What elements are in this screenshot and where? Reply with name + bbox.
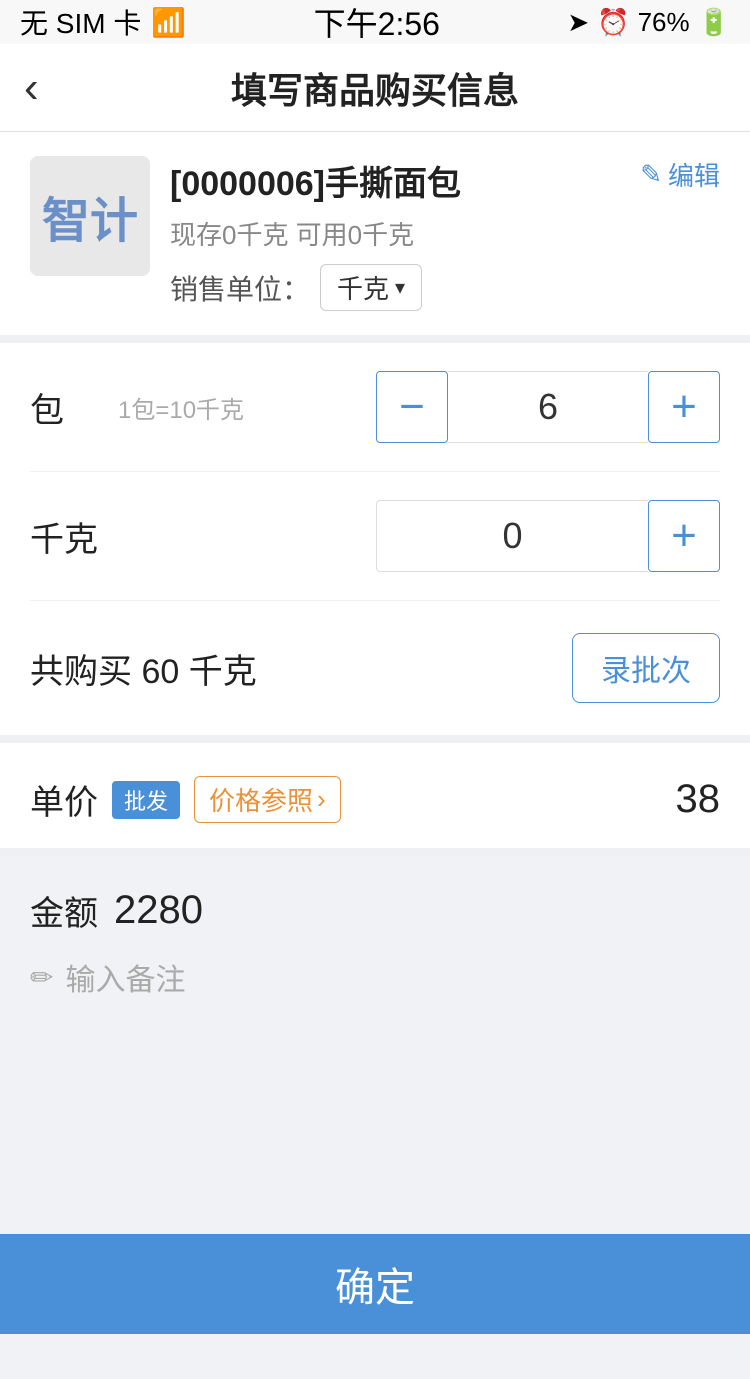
- pifa-tag: 批发: [112, 781, 180, 819]
- product-image: 智计: [30, 156, 150, 276]
- section-divider-2: [0, 848, 750, 856]
- status-time: 下午2:56: [314, 0, 440, 45]
- alarm-icon: ⏰: [597, 7, 629, 38]
- status-left: 无 SIM 卡 📶: [20, 2, 186, 42]
- product-info: [0000006]手撕面包 现存0千克 可用0千克 销售单位： 千克 ▾: [170, 156, 720, 311]
- section-divider-1: [0, 735, 750, 743]
- kg-qty-row: 千克 +: [30, 472, 720, 601]
- kg-plus-button[interactable]: +: [648, 500, 720, 572]
- batch-button[interactable]: 录批次: [572, 633, 720, 703]
- summary-text: 共购买 60 千克: [30, 644, 257, 693]
- kg-label: 千克: [30, 512, 110, 561]
- amount-value: 2280: [114, 888, 203, 933]
- product-card: 智计 [0000006]手撕面包 现存0千克 可用0千克 销售单位： 千克 ▾ …: [0, 132, 750, 343]
- edit-button[interactable]: ✎ 编辑: [640, 156, 720, 193]
- note-row[interactable]: ✏ 输入备注: [30, 955, 720, 999]
- bao-qty-row: 包 1包=10千克 − +: [30, 343, 720, 472]
- unit-value: 千克: [337, 269, 389, 306]
- unit-selector[interactable]: 千克 ▾: [320, 264, 422, 311]
- note-placeholder: 输入备注: [65, 955, 185, 999]
- chevron-down-icon: ▾: [395, 275, 405, 300]
- price-ref-arrow: ›: [317, 784, 326, 815]
- bao-input[interactable]: [448, 371, 648, 443]
- edit-label: 编辑: [668, 156, 720, 193]
- bao-section: 包 1包=10千克 − + 千克 +: [0, 343, 750, 601]
- location-icon: ➤: [567, 7, 589, 38]
- nav-bar: ‹ 填写商品购买信息: [0, 44, 750, 132]
- amount-section: 金额 2280 ✏ 输入备注: [0, 856, 750, 1019]
- product-name: [0000006]手撕面包: [170, 156, 720, 205]
- price-label: 单价: [30, 775, 98, 824]
- unit-label: 销售单位：: [170, 268, 310, 308]
- price-ref-label: 价格参照: [209, 781, 313, 818]
- amount-row: 金额 2280: [30, 886, 720, 935]
- kg-input[interactable]: [376, 500, 648, 572]
- product-stock: 现存0千克 可用0千克: [170, 215, 720, 252]
- carrier-text: 无 SIM 卡: [20, 2, 141, 42]
- status-bar: 无 SIM 卡 📶 下午2:56 ➤ ⏰ 76% 🔋: [0, 0, 750, 44]
- bao-hint: 1包=10千克: [118, 390, 376, 425]
- battery-text: 76%: [638, 7, 690, 38]
- back-button[interactable]: ‹: [24, 66, 39, 110]
- bao-minus-button[interactable]: −: [376, 371, 448, 443]
- price-ref-button[interactable]: 价格参照 ›: [194, 776, 341, 823]
- battery-icon: 🔋: [698, 7, 730, 38]
- nav-title: 填写商品购买信息: [231, 62, 519, 114]
- product-logo: 智计: [42, 181, 138, 251]
- confirm-button[interactable]: 确定: [0, 1234, 750, 1334]
- product-unit-row: 销售单位： 千克 ▾: [170, 264, 720, 311]
- price-value: 38: [676, 777, 721, 822]
- edit-icon: ✎: [640, 159, 662, 190]
- kg-controls: +: [376, 500, 720, 572]
- price-left: 单价 批发 价格参照 ›: [30, 775, 341, 824]
- status-right: ➤ ⏰ 76% 🔋: [567, 7, 730, 38]
- summary-row: 共购买 60 千克 录批次: [0, 601, 750, 735]
- wifi-icon: 📶: [151, 6, 186, 39]
- bao-label: 包: [30, 383, 110, 432]
- price-row: 单价 批发 价格参照 › 38: [30, 775, 720, 824]
- amount-label: 金额: [30, 886, 98, 935]
- pencil-icon: ✏: [30, 961, 53, 994]
- bao-plus-button[interactable]: +: [648, 371, 720, 443]
- bao-controls: − +: [376, 371, 720, 443]
- price-section: 单价 批发 价格参照 › 38: [0, 743, 750, 848]
